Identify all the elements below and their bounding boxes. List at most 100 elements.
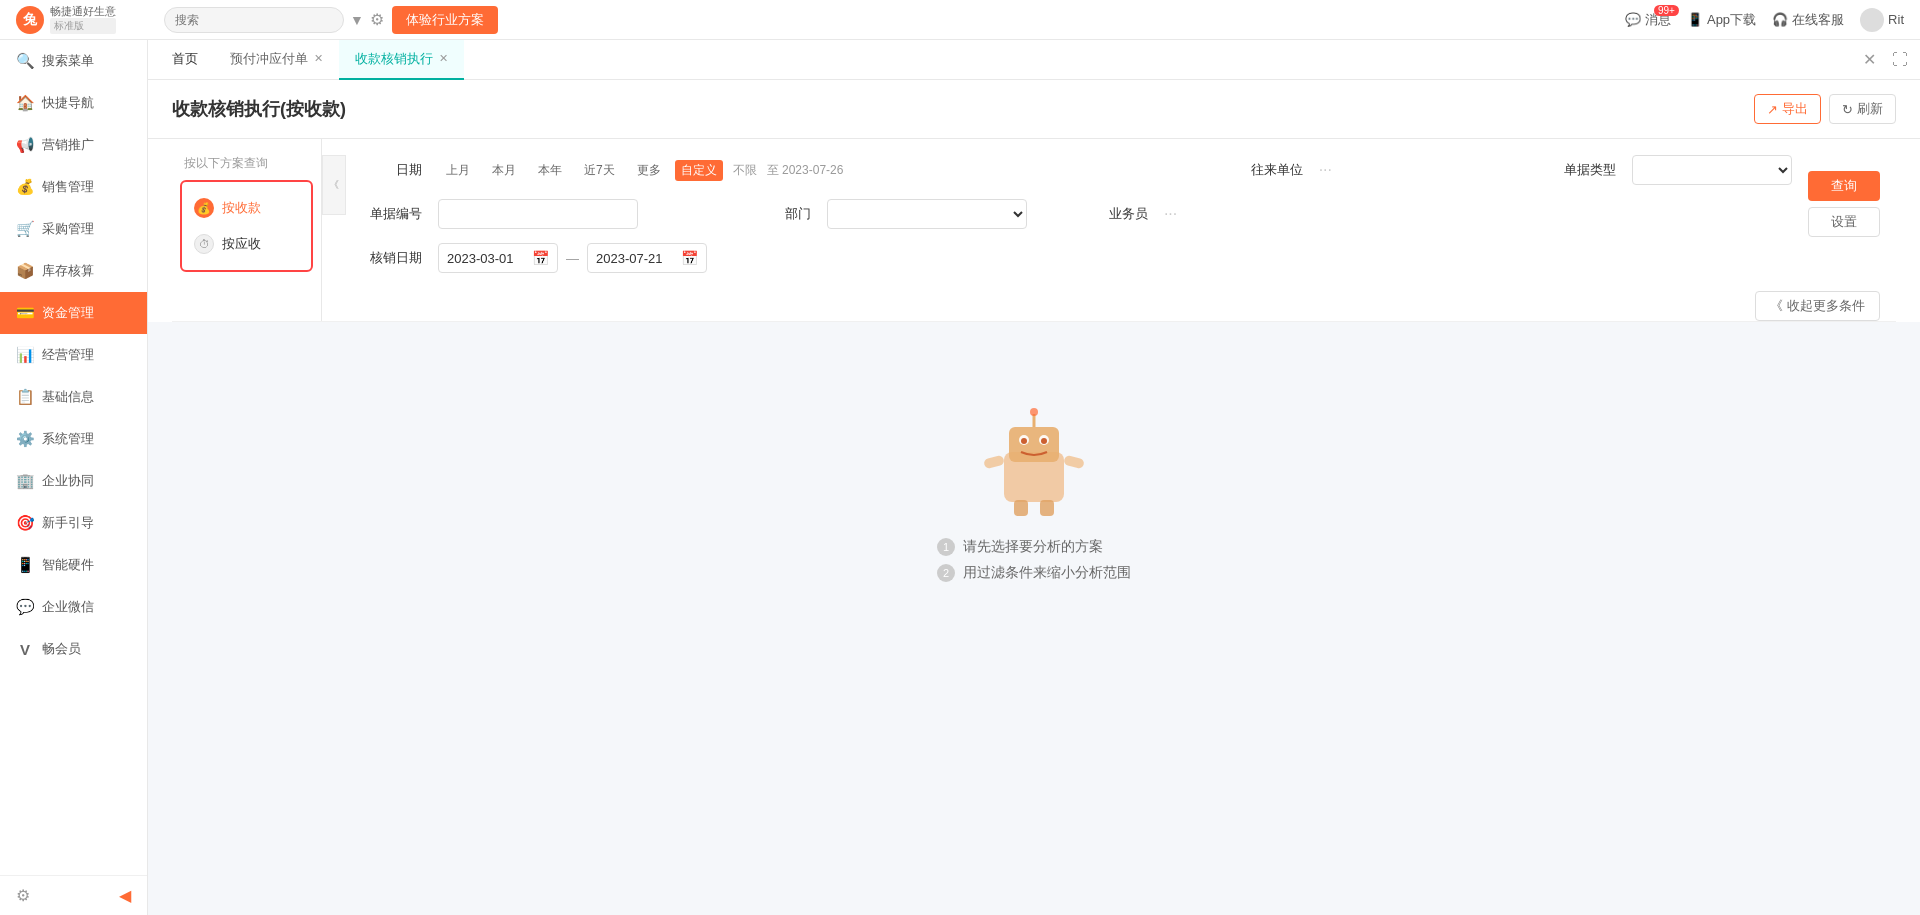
doc-type-select[interactable] (1632, 155, 1792, 185)
filter-receivable-label: 按应收 (222, 235, 261, 253)
home-icon: 🏠 (16, 94, 34, 112)
date-group: 上月 本月 本年 近7天 更多 自定义 不限 至 2023-07-26 (438, 159, 843, 182)
app-download-item[interactable]: 📱 App下载 (1687, 11, 1756, 29)
tab-expand-icon[interactable]: ⛶ (1888, 51, 1912, 69)
date-unlimited: 不限 (733, 162, 757, 179)
filter-sidebar-box: 💰 按收款 ⏱ 按应收 (180, 180, 313, 272)
sidebar-item-sales[interactable]: 💰 销售管理 (0, 166, 147, 208)
user-name: Rit (1888, 12, 1904, 27)
export-button[interactable]: ↗ 导出 (1754, 94, 1821, 124)
page-header-actions: ↗ 导出 ↻ 刷新 (1754, 94, 1896, 138)
main-layout: 🔍 搜索菜单 🏠 快捷导航 📢 营销推广 💰 销售管理 🛒 采购管理 📦 库存核… (0, 40, 1920, 915)
verify-date-start-icon[interactable]: 📅 (532, 250, 549, 266)
sidebar-item-member[interactable]: V 畅会员 (0, 628, 147, 670)
empty-state: 1 请先选择要分析的方案 2 用过滤条件来缩小分析范围 (148, 322, 1920, 662)
sidebar-item-search-menu[interactable]: 🔍 搜索菜单 (0, 40, 147, 82)
filter-collapse-btn[interactable]: 《 (322, 155, 346, 215)
date-btn-this-month[interactable]: 本月 (484, 159, 524, 182)
solution-button[interactable]: 体验行业方案 (392, 6, 498, 34)
tip-2-num: 2 (937, 564, 955, 582)
date-btn-last-month[interactable]: 上月 (438, 159, 478, 182)
sidebar-item-finance[interactable]: 💳 资金管理 (0, 292, 147, 334)
sidebar-item-enterprise[interactable]: 🏢 企业协同 (0, 460, 147, 502)
svg-point-5 (1041, 438, 1047, 444)
collapse-conditions-label: 收起更多条件 (1787, 297, 1865, 315)
date-range-separator: — (566, 251, 579, 266)
service-item[interactable]: 🎧 在线客服 (1772, 11, 1844, 29)
tab-receipt-writeoff-close[interactable]: ✕ (439, 52, 448, 65)
sidebar-label-finance: 资金管理 (42, 304, 94, 322)
sidebar-item-purchase[interactable]: 🛒 采购管理 (0, 208, 147, 250)
query-button[interactable]: 查询 (1808, 171, 1880, 201)
sidebar-item-basic-info[interactable]: 📋 基础信息 (0, 376, 147, 418)
settings-icon[interactable]: ⚙ (370, 10, 384, 29)
counterpart-dots[interactable]: ··· (1319, 161, 1332, 179)
verify-date-end-icon[interactable]: 📅 (681, 250, 698, 266)
collapse-chevron-icon: 《 (1770, 297, 1783, 315)
user-item[interactable]: Rit (1860, 8, 1904, 32)
top-bar-left: 兔 畅捷通好生意 标准版 ▼ ⚙ 体验行业方案 (16, 5, 1625, 34)
refresh-button[interactable]: ↻ 刷新 (1829, 94, 1896, 124)
filter-row-3: 核销日期 2023-03-01 📅 — 2023-07-21 (370, 243, 1792, 273)
operations-icon: 📊 (16, 346, 34, 364)
search-input[interactable] (164, 7, 344, 33)
dept-select[interactable] (827, 199, 1027, 229)
verify-date-start[interactable]: 2023-03-01 📅 (438, 243, 558, 273)
sidebar-item-operations[interactable]: 📊 经营管理 (0, 334, 147, 376)
system-icon: ⚙️ (16, 430, 34, 448)
sidebar-item-guide[interactable]: 🎯 新手引导 (0, 502, 147, 544)
sidebar-settings-icon[interactable]: ⚙ (16, 886, 30, 905)
filter-option-by-receipt[interactable]: 💰 按收款 (182, 190, 311, 226)
filter-option-by-receivable[interactable]: ⏱ 按应收 (182, 226, 311, 262)
content-area: 首页 预付冲应付单 ✕ 收款核销执行 ✕ ✕ ⛶ 收款核销执行(按收款) (148, 40, 1920, 915)
sidebar-item-smart-hw[interactable]: 📱 智能硬件 (0, 544, 147, 586)
settings-button[interactable]: 设置 (1808, 207, 1880, 237)
salesperson-dots[interactable]: ··· (1164, 205, 1177, 223)
export-label: 导出 (1782, 100, 1808, 118)
tab-home[interactable]: 首页 (156, 40, 214, 80)
tab-receipt-writeoff[interactable]: 收款核销执行 ✕ (339, 40, 464, 80)
date-btn-more[interactable]: 更多 (629, 159, 669, 182)
user-avatar (1860, 8, 1884, 32)
tab-prepay[interactable]: 预付冲应付单 ✕ (214, 40, 339, 80)
sidebar-collapse-icon[interactable]: ◀ (119, 886, 131, 905)
tip-1-num: 1 (937, 538, 955, 556)
sidebar-item-system[interactable]: ⚙️ 系统管理 (0, 418, 147, 460)
salesperson-label: 业务员 (1096, 205, 1148, 223)
filter-rows-wrapper: 日期 上月 本月 本年 近7天 更多 自定义 不限 (346, 139, 1896, 321)
date-btn-custom[interactable]: 自定义 (675, 160, 723, 181)
message-item[interactable]: 💬 消息 99+ (1625, 11, 1671, 29)
dropdown-icon[interactable]: ▼ (350, 12, 364, 28)
sidebar-label-wechat: 企业微信 (42, 598, 94, 616)
sidebar-label-smart-hw: 智能硬件 (42, 556, 94, 574)
doc-no-input[interactable] (438, 199, 638, 229)
sidebar-label-search-menu: 搜索菜单 (42, 52, 94, 70)
verify-date-end-value: 2023-07-21 (596, 251, 663, 266)
filter-area: 按以下方案查询 💰 按收款 ⏱ 按应收 (148, 139, 1920, 322)
date-btn-this-year[interactable]: 本年 (530, 159, 570, 182)
smart-hw-icon: 📱 (16, 556, 34, 574)
collapse-conditions-button[interactable]: 《 收起更多条件 (1755, 291, 1880, 321)
sidebar-item-wechat[interactable]: 💬 企业微信 (0, 586, 147, 628)
sidebar-item-inventory[interactable]: 📦 库存核算 (0, 250, 147, 292)
verify-date-end[interactable]: 2023-07-21 📅 (587, 243, 707, 273)
service-label: 在线客服 (1792, 11, 1844, 29)
purchase-icon: 🛒 (16, 220, 34, 238)
tab-home-label: 首页 (172, 50, 198, 68)
tip-1-text: 请先选择要分析的方案 (963, 538, 1103, 556)
svg-rect-8 (1014, 500, 1028, 516)
tab-close-all-icon[interactable]: ✕ (1855, 50, 1884, 69)
filter-receipt-label: 按收款 (222, 199, 261, 217)
message-icon: 💬 (1625, 12, 1641, 27)
tab-receipt-writeoff-label: 收款核销执行 (355, 50, 433, 68)
finance-icon: 💳 (16, 304, 34, 322)
sidebar: 🔍 搜索菜单 🏠 快捷导航 📢 营销推广 💰 销售管理 🛒 采购管理 📦 库存核… (0, 40, 148, 915)
tab-prepay-close[interactable]: ✕ (314, 52, 323, 65)
dept-label: 部门 (759, 205, 811, 223)
sidebar-item-marketing[interactable]: 📢 营销推广 (0, 124, 147, 166)
date-btn-7days[interactable]: 近7天 (576, 159, 623, 182)
sidebar-item-quick-nav[interactable]: 🏠 快捷导航 (0, 82, 147, 124)
sidebar-label-system: 系统管理 (42, 430, 94, 448)
page-header: 收款核销执行(按收款) ↗ 导出 ↻ 刷新 (148, 80, 1920, 139)
verify-date-start-value: 2023-03-01 (447, 251, 514, 266)
